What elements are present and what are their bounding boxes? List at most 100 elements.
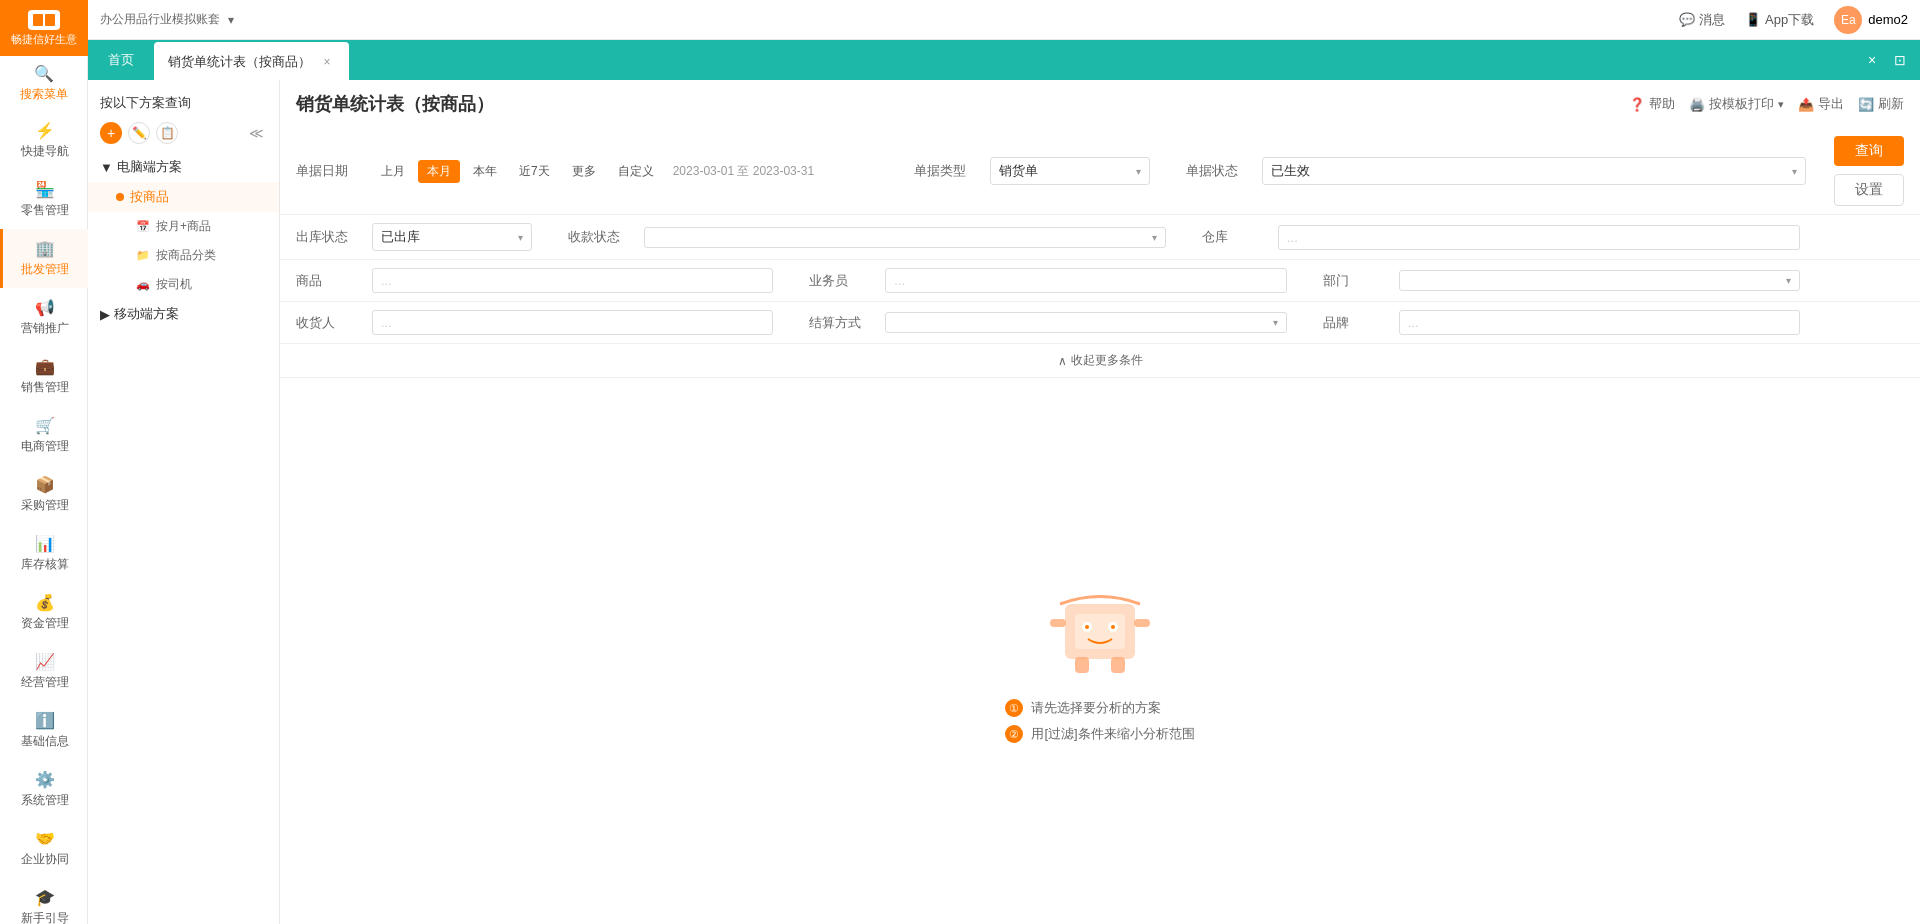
shortcut-label: 快捷导航: [21, 143, 69, 160]
print-btn[interactable]: 🖨️ 按模板打印: [1689, 95, 1784, 113]
help-label: 帮助: [1649, 95, 1675, 113]
doc-status-value: 已生效: [1271, 162, 1788, 180]
page-title: 销货单统计表（按商品）: [296, 92, 494, 116]
date-btn-last7[interactable]: 近7天: [510, 160, 559, 183]
sub-item-product-category[interactable]: 📁 按商品分类: [88, 241, 279, 270]
sub-item-month-product[interactable]: 📅 按月+商品: [88, 212, 279, 241]
dept-select[interactable]: ▾: [1399, 270, 1800, 291]
collapse-label: 收起更多条件: [1071, 352, 1143, 369]
sidebar-item-basic[interactable]: ℹ️ 基础信息: [0, 701, 88, 760]
app-logo: 畅捷信好生意: [0, 0, 88, 56]
svg-point-7: [1111, 625, 1115, 629]
sub-item-driver[interactable]: 🚗 按司机: [88, 270, 279, 299]
payment-status-label: 收款状态: [568, 228, 628, 246]
brand-input[interactable]: ...: [1399, 310, 1800, 335]
date-btn-this-month[interactable]: 本月: [418, 160, 460, 183]
content-area: 按以下方案查询 + ✏️ 📋 ≪ ▼ 电脑端方案 按商品 📅 按: [88, 80, 1920, 924]
help-icon: ❓: [1629, 97, 1645, 112]
newbie-label: 新手引导: [21, 910, 69, 924]
export-btn[interactable]: 📤 导出: [1798, 95, 1844, 113]
sales-label: 销售管理: [21, 379, 69, 396]
page-header: 销货单统计表（按商品） ❓ 帮助 🖨️ 按模板打印 📤: [280, 80, 1920, 116]
calendar-icon: 📅: [136, 220, 150, 233]
tab-sales-stats[interactable]: 销货单统计表（按商品） ×: [154, 42, 349, 82]
topbar-dropdown-icon[interactable]: ▾: [228, 13, 234, 27]
user-name: demo2: [1868, 12, 1908, 27]
sidebar-item-ecommerce[interactable]: 🛒 电商管理: [0, 406, 88, 465]
tab-close-btn[interactable]: ×: [319, 54, 335, 70]
product-input[interactable]: ...: [372, 268, 773, 293]
tab-home[interactable]: 首页: [88, 40, 154, 80]
filter-row-3: 商品 ... 业务员 ... 部门 ▾: [280, 260, 1920, 302]
purchase-label: 采购管理: [21, 497, 69, 514]
sidebar-item-finance[interactable]: 💰 资金管理: [0, 583, 88, 642]
newbie-icon: 🎓: [35, 888, 55, 907]
tree-group-mobile-label: 移动端方案: [114, 305, 179, 323]
date-btn-last-month[interactable]: 上月: [372, 160, 414, 183]
date-btn-more[interactable]: 更多: [563, 160, 605, 183]
dept-label: 部门: [1323, 272, 1383, 290]
left-panel: 按以下方案查询 + ✏️ 📋 ≪ ▼ 电脑端方案 按商品 📅 按: [88, 80, 280, 924]
payment-method-select[interactable]: ▾: [885, 312, 1286, 333]
finance-label: 资金管理: [21, 615, 69, 632]
user-info[interactable]: Ea demo2: [1834, 6, 1908, 34]
sidebar-item-operation[interactable]: 📈 经营管理: [0, 642, 88, 701]
warehouse-dots: ...: [1287, 230, 1298, 245]
salesperson-input[interactable]: ...: [885, 268, 1286, 293]
storage-status-select[interactable]: 已出库 ▾: [372, 223, 532, 251]
date-btn-custom[interactable]: 自定义: [609, 160, 663, 183]
sidebar-item-purchase[interactable]: 📦 采购管理: [0, 465, 88, 524]
doc-status-select[interactable]: 已生效 ▾: [1262, 157, 1806, 185]
search-menu[interactable]: 🔍 搜索菜单: [0, 56, 88, 111]
tree-group-desktop[interactable]: ▼ 电脑端方案: [88, 152, 279, 182]
folder-icon: 📁: [136, 249, 150, 262]
payment-status-arrow: ▾: [1152, 232, 1157, 243]
sidebar-item-enterprise[interactable]: 🤝 企业协同: [0, 819, 88, 878]
app-download-btn[interactable]: 📱 App下载: [1745, 11, 1814, 29]
sidebar: 畅捷信好生意 🔍 搜索菜单 ⚡ 快捷导航 🏪 零售管理 🏢 批发管理 📢 营销推…: [0, 0, 88, 924]
finance-icon: 💰: [35, 593, 55, 612]
tree-item-by-product-label: 按商品: [130, 188, 169, 206]
tree-item-by-product[interactable]: 按商品: [88, 182, 279, 212]
help-btn[interactable]: ❓ 帮助: [1629, 95, 1675, 113]
page-title-row: 销货单统计表（按商品） ❓ 帮助 🖨️ 按模板打印 📤: [296, 92, 1904, 116]
doc-status-label: 单据状态: [1186, 162, 1246, 180]
collapse-btn[interactable]: ∧ 收起更多条件: [1058, 352, 1143, 369]
query-btn[interactable]: 查询: [1834, 136, 1904, 166]
sidebar-item-sales[interactable]: 💼 销售管理: [0, 347, 88, 406]
print-icon: 🖨️: [1689, 97, 1705, 112]
sidebar-item-newbie[interactable]: 🎓 新手引导: [0, 878, 88, 924]
add-plan-btn[interactable]: +: [100, 122, 122, 144]
search-menu-label: 搜索菜单: [20, 86, 68, 103]
settings-btn[interactable]: 设置: [1834, 174, 1904, 206]
payment-status-select[interactable]: ▾: [644, 227, 1166, 248]
sub-item-product-category-label: 按商品分类: [156, 247, 216, 264]
message-btn[interactable]: 💬 消息: [1679, 11, 1725, 29]
sidebar-item-system[interactable]: ⚙️ 系统管理: [0, 760, 88, 819]
marketing-icon: 📢: [35, 298, 55, 317]
sub-item-driver-label: 按司机: [156, 276, 192, 293]
maximize-btn[interactable]: ⊡: [1888, 48, 1912, 72]
sidebar-item-marketing[interactable]: 📢 营销推广: [0, 288, 88, 347]
system-label: 系统管理: [21, 792, 69, 809]
sidebar-item-wholesale[interactable]: 🏢 批发管理: [0, 229, 88, 288]
collapse-panel-btn[interactable]: ≪: [245, 122, 267, 144]
edit-plan-btn[interactable]: ✏️: [128, 122, 150, 144]
purchase-icon: 📦: [35, 475, 55, 494]
tree-group-mobile[interactable]: ▶ 移动端方案: [88, 299, 279, 329]
ecommerce-icon: 🛒: [35, 416, 55, 435]
copy-plan-btn[interactable]: 📋: [156, 122, 178, 144]
minimize-btn[interactable]: ×: [1860, 48, 1884, 72]
receiver-input[interactable]: ...: [372, 310, 773, 335]
sidebar-item-shortcut[interactable]: ⚡ 快捷导航: [0, 111, 88, 170]
basic-label: 基础信息: [21, 733, 69, 750]
doc-type-select[interactable]: 销货单 ▾: [990, 157, 1150, 185]
warehouse-input[interactable]: ...: [1278, 225, 1800, 250]
wholesale-icon: 🏢: [35, 239, 55, 258]
refresh-btn[interactable]: 🔄 刷新: [1858, 95, 1904, 113]
sidebar-item-retail[interactable]: 🏪 零售管理: [0, 170, 88, 229]
date-btn-this-year[interactable]: 本年: [464, 160, 506, 183]
warehouse-label: 仓库: [1202, 228, 1262, 246]
sidebar-item-inventory[interactable]: 📊 库存核算: [0, 524, 88, 583]
tree-section: ▼ 电脑端方案 按商品 📅 按月+商品 📁 按商品分类 🚗 按司机: [88, 152, 279, 333]
